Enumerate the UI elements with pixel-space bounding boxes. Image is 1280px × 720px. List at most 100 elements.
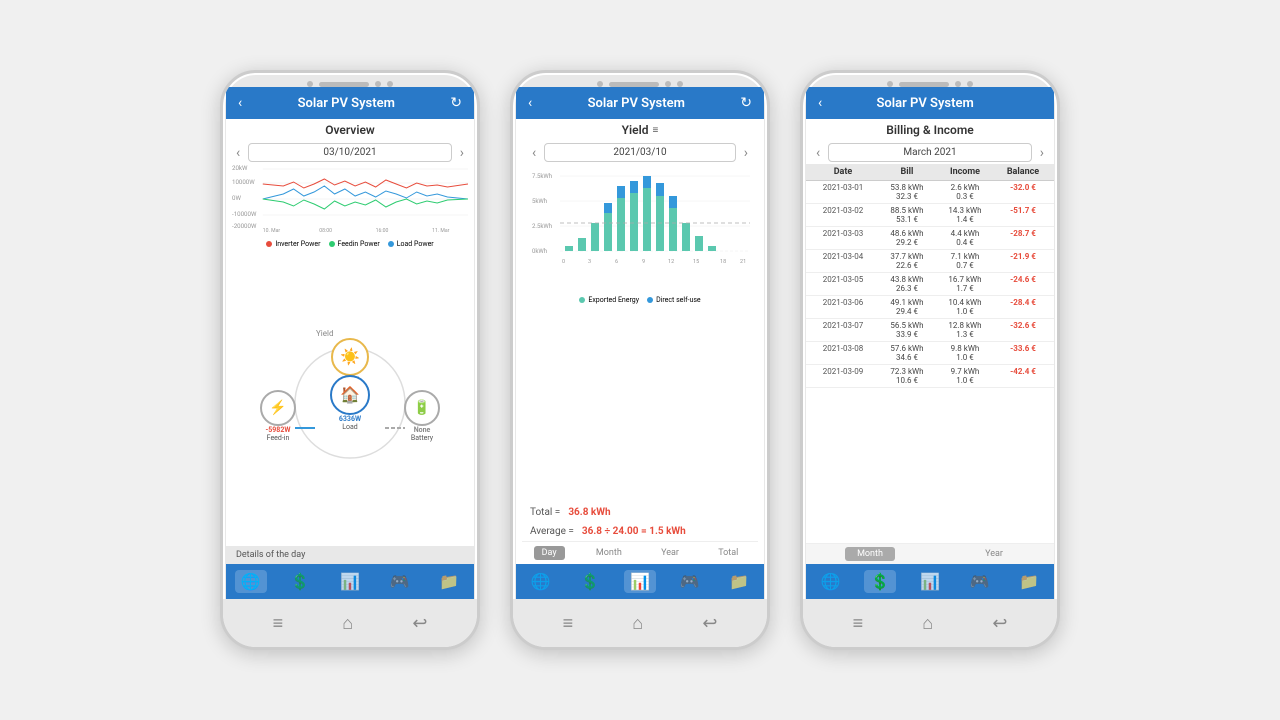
svg-text:-20000W: -20000W: [232, 223, 257, 230]
svg-text:08:00: 08:00: [319, 228, 332, 234]
svg-text:15: 15: [693, 259, 699, 265]
phone-billing: ‹ Solar PV System Billing & Income ‹ Mar…: [800, 70, 1060, 650]
billing-rows-container: 2021-03-01 53.8 kWh 32.3 € 2.6 kWh 0.3 €…: [806, 181, 1054, 388]
tab-settings-3[interactable]: 🎮: [964, 570, 996, 593]
svg-text:20kW: 20kW: [232, 165, 248, 172]
phone-bottom-2: ≡ ⌂ ↩: [513, 599, 767, 647]
load-node: 🏠 6336W Load: [330, 375, 370, 431]
phone-overview: ‹ Solar PV System ↻ Overview ‹ 03/10/202…: [220, 70, 480, 650]
svg-text:9: 9: [642, 259, 645, 265]
section-title-2: Yield: [622, 123, 649, 137]
billing-row: 2021-03-03 48.6 kWh 29.2 € 4.4 kWh 0.4 €…: [806, 227, 1054, 250]
svg-text:6: 6: [615, 259, 618, 265]
tab-dollar-2[interactable]: 💲: [574, 570, 606, 593]
average-label: Average =: [530, 526, 574, 537]
back-icon-3[interactable]: ‹: [818, 95, 822, 111]
tab-chart-2[interactable]: 📊: [624, 570, 656, 593]
billing-row: 2021-03-05 43.8 kWh 26.3 € 16.7 kWh 1.7 …: [806, 273, 1054, 296]
svg-text:-10000W: -10000W: [232, 211, 257, 218]
prev-date-1[interactable]: ‹: [236, 145, 240, 161]
svg-text:5kWh: 5kWh: [532, 198, 547, 205]
prev-date-2[interactable]: ‹: [532, 145, 536, 161]
tab-globe-3[interactable]: 🌐: [815, 570, 847, 593]
yield-chart: 7.5kWh 5kWh 2.5kWh 0kWh: [522, 164, 758, 503]
app-header-1: ‹ Solar PV System ↻: [226, 87, 474, 119]
tab-globe-2[interactable]: 🌐: [525, 570, 557, 593]
legend-feedin: Feedin Power: [329, 240, 380, 248]
home-btn-1[interactable]: ⌂: [342, 613, 353, 634]
app-header-2: ‹ Solar PV System ↻: [516, 87, 764, 119]
billing-tab-month[interactable]: Month: [845, 547, 895, 561]
date-nav-1: ‹ 03/10/2021 ›: [226, 141, 474, 164]
screen-yield: ‹ Solar PV System ↻ Yield ≡ ‹ 2021/03/10…: [516, 87, 764, 599]
back-icon-2[interactable]: ‹: [528, 95, 532, 111]
app-title-3: Solar PV System: [876, 96, 973, 111]
svg-text:0kWh: 0kWh: [532, 248, 547, 255]
refresh-icon-1[interactable]: ↻: [450, 95, 462, 111]
tab-total[interactable]: Total: [710, 546, 746, 560]
screen-billing: ‹ Solar PV System Billing & Income ‹ Mar…: [806, 87, 1054, 599]
svg-text:3: 3: [588, 259, 591, 265]
tab-files-2[interactable]: 📁: [723, 570, 755, 593]
col-header-income: Income: [936, 167, 994, 177]
refresh-icon-2[interactable]: ↻: [740, 95, 752, 111]
svg-text:21: 21: [740, 259, 746, 265]
legend-inverter: Inverter Power: [266, 240, 320, 248]
col-header-balance: Balance: [994, 167, 1052, 177]
menu-btn-1[interactable]: ≡: [273, 613, 284, 634]
phone-yield: ‹ Solar PV System ↻ Yield ≡ ‹ 2021/03/10…: [510, 70, 770, 650]
average-value: 36.8 ÷ 24.00 = 1.5 kWh: [582, 526, 686, 537]
tab-month[interactable]: Month: [588, 546, 630, 560]
col-header-date: Date: [808, 167, 878, 177]
svg-text:10000W: 10000W: [232, 179, 255, 186]
app-header-3: ‹ Solar PV System: [806, 87, 1054, 119]
yield-legend: Exported Energy Direct self-use: [522, 294, 758, 306]
screen-overview: ‹ Solar PV System ↻ Overview ‹ 03/10/202…: [226, 87, 474, 599]
date-box-3[interactable]: March 2021: [828, 143, 1032, 162]
tab-dollar-3[interactable]: 💲: [864, 570, 896, 593]
svg-text:0: 0: [562, 259, 565, 265]
battery-node: 🔋 None Battery: [404, 390, 440, 442]
total-value: 36.8 kWh: [568, 507, 610, 518]
tab-files-3[interactable]: 📁: [1013, 570, 1045, 593]
tab-chart-1[interactable]: 📊: [334, 570, 366, 593]
chart-legend-1: Inverter Power Feedin Power Load Power: [226, 238, 474, 250]
menu-btn-2[interactable]: ≡: [563, 613, 574, 634]
tab-settings-1[interactable]: 🎮: [384, 570, 416, 593]
next-date-3[interactable]: ›: [1040, 145, 1044, 161]
billing-tab-year[interactable]: Year: [973, 547, 1015, 561]
date-nav-3: ‹ March 2021 ›: [806, 141, 1054, 164]
next-date-1[interactable]: ›: [460, 145, 464, 161]
billing-row: 2021-03-09 72.3 kWh 10.6 € 9.7 kWh 1.0 €…: [806, 365, 1054, 388]
tab-globe-1[interactable]: 🌐: [235, 570, 267, 593]
billing-bottom-tabs: Month Year: [806, 543, 1054, 564]
back-icon-1[interactable]: ‹: [238, 95, 242, 111]
tab-files-1[interactable]: 📁: [433, 570, 465, 593]
tab-dollar-1[interactable]: 💲: [284, 570, 316, 593]
billing-row: 2021-03-07 56.5 kWh 33.9 € 12.8 kWh 1.3 …: [806, 319, 1054, 342]
date-box-2[interactable]: 2021/03/10: [544, 143, 736, 162]
home-btn-3[interactable]: ⌂: [922, 613, 933, 634]
billing-row: 2021-03-02 88.5 kWh 53.1 € 14.3 kWh 1.4 …: [806, 204, 1054, 227]
tab-year[interactable]: Year: [653, 546, 687, 560]
back-btn-2[interactable]: ↩: [702, 613, 717, 634]
svg-text:10. Mar: 10. Mar: [263, 228, 281, 234]
home-btn-2[interactable]: ⌂: [632, 613, 643, 634]
next-date-2[interactable]: ›: [744, 145, 748, 161]
billing-row: 2021-03-06 49.1 kWh 29.4 € 10.4 kWh 1.0 …: [806, 296, 1054, 319]
svg-text:18: 18: [720, 259, 726, 265]
col-header-bill: Bill: [878, 167, 936, 177]
menu-btn-3[interactable]: ≡: [853, 613, 864, 634]
tab-settings-2[interactable]: 🎮: [674, 570, 706, 593]
billing-table-header: Date Bill Income Balance: [806, 164, 1054, 181]
svg-text:11. Mar: 11. Mar: [432, 228, 450, 234]
date-box-1[interactable]: 03/10/2021: [248, 143, 452, 162]
section-title-3: Billing & Income: [806, 119, 1054, 141]
tab-bar-2: 🌐 💲 📊 🎮 📁: [516, 564, 764, 599]
back-btn-3[interactable]: ↩: [992, 613, 1007, 634]
prev-date-3[interactable]: ‹: [816, 145, 820, 161]
back-btn-1[interactable]: ↩: [412, 613, 427, 634]
tab-day[interactable]: Day: [534, 546, 565, 560]
svg-text:2.5kWh: 2.5kWh: [532, 223, 552, 230]
tab-chart-3[interactable]: 📊: [914, 570, 946, 593]
